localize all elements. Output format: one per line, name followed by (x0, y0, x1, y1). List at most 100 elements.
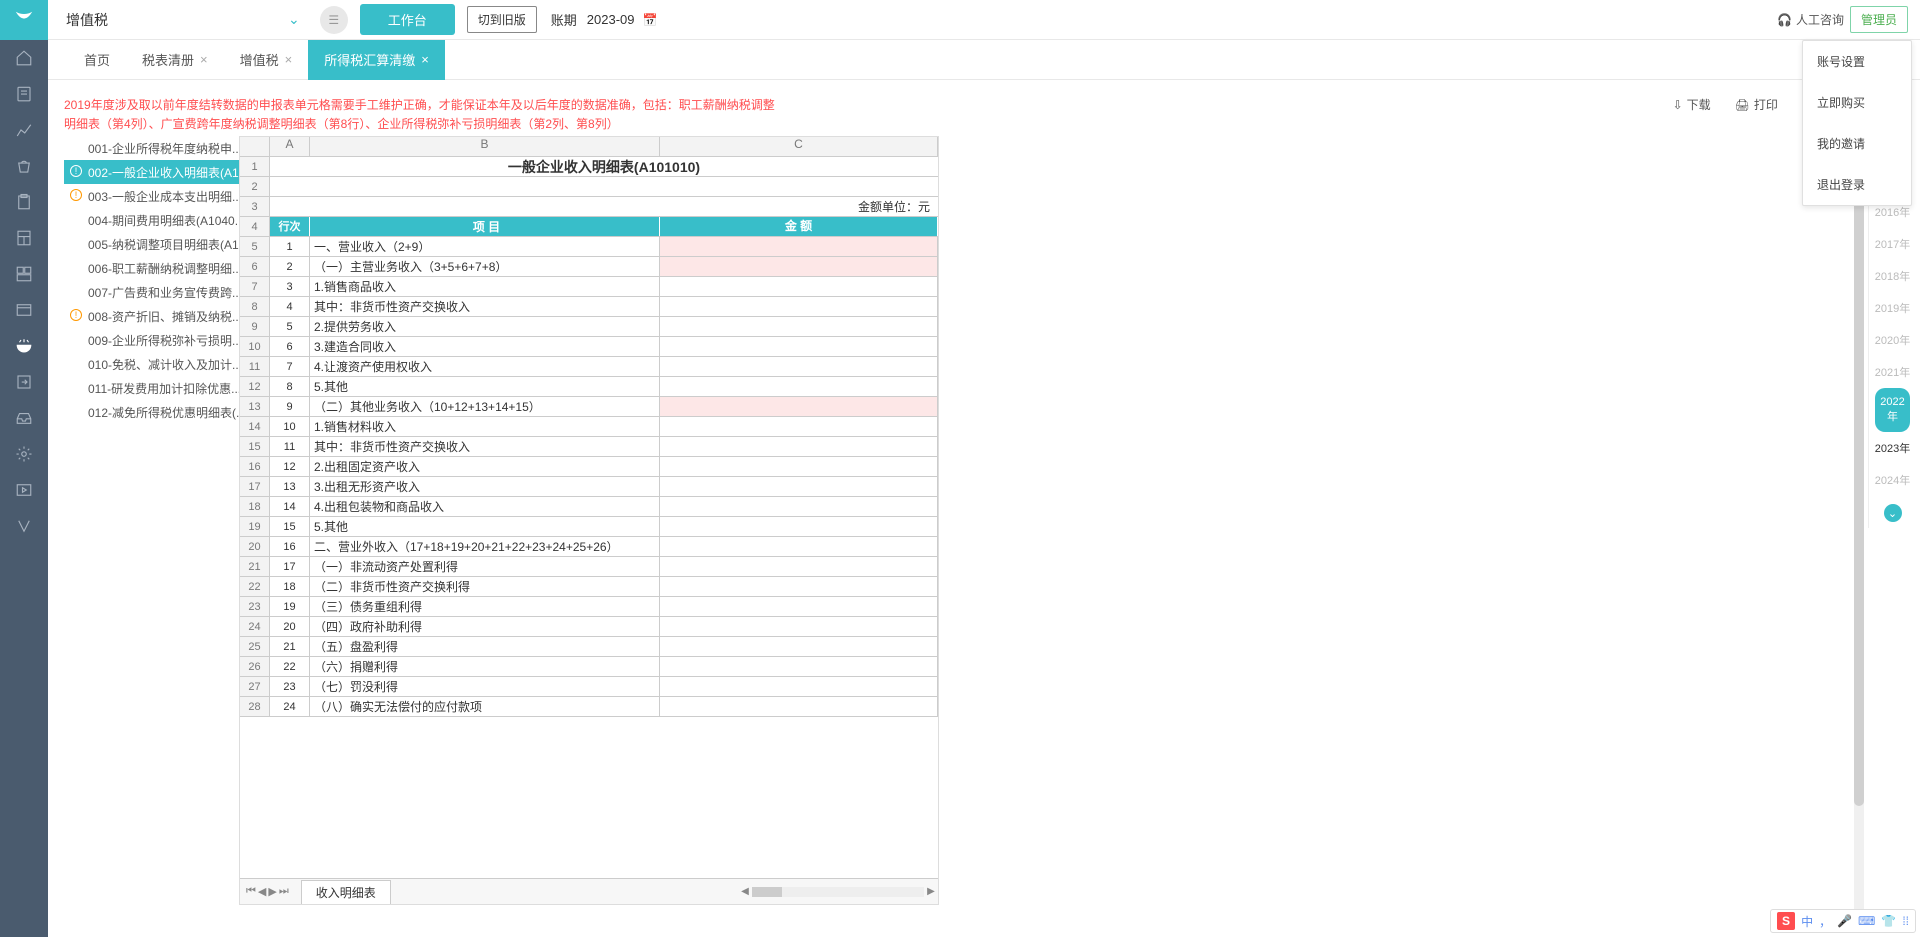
sheet-row[interactable]: 2420 （四）政府补助利得 (240, 617, 938, 637)
row-number[interactable]: 12 (240, 377, 270, 396)
cell[interactable]: 13 (270, 477, 310, 496)
sheet-row[interactable]: 2622 （六）捐赠利得 (240, 657, 938, 677)
cell[interactable]: （五）盘盈利得 (310, 637, 660, 656)
cell[interactable]: 1.销售商品收入 (310, 277, 660, 296)
cell[interactable] (660, 477, 938, 496)
row-number[interactable]: 22 (240, 577, 270, 596)
nav-home-icon[interactable] (0, 40, 48, 76)
nav-video-icon[interactable] (0, 472, 48, 508)
row-number[interactable]: 28 (240, 697, 270, 716)
report-list-item[interactable]: !003-一般企业成本支出明细... (64, 184, 239, 208)
cell[interactable] (660, 437, 938, 456)
cell[interactable] (660, 657, 938, 676)
row-number[interactable]: 26 (240, 657, 270, 676)
cell[interactable]: 一、营业收入（2+9） (310, 237, 660, 256)
nav-bowl-icon[interactable] (0, 328, 48, 364)
nav-clipboard-icon[interactable] (0, 184, 48, 220)
sheet-row[interactable]: 128 5.其他 (240, 377, 938, 397)
nav-chart-icon[interactable] (0, 112, 48, 148)
cell[interactable]: 3.建造合同收入 (310, 337, 660, 356)
cell[interactable]: 1.销售材料收入 (310, 417, 660, 436)
sheet-row[interactable]: 73 1.销售商品收入 (240, 277, 938, 297)
year-item[interactable]: 2021年 (1869, 356, 1916, 388)
row-number[interactable]: 20 (240, 537, 270, 556)
row-number[interactable]: 23 (240, 597, 270, 616)
select-all-cell[interactable] (240, 137, 270, 156)
print-button[interactable]: 🖨 打印 (1735, 96, 1778, 113)
hscroll-left-icon[interactable]: ◀ (738, 886, 752, 897)
sheet-nav-next-icon[interactable]: ▶ (268, 885, 276, 898)
cell[interactable]: 2.提供劳务收入 (310, 317, 660, 336)
sheet-row[interactable]: 3金额单位：元 (240, 197, 938, 217)
ime-logo-icon[interactable]: S (1777, 912, 1795, 930)
cell[interactable]: 12 (270, 457, 310, 476)
report-list-item[interactable]: 009-企业所得税弥补亏损明... (64, 328, 239, 352)
row-number[interactable]: 21 (240, 557, 270, 576)
company-selector-label[interactable]: 增值税 (66, 10, 108, 30)
ime-lang[interactable]: 中 (1801, 913, 1813, 930)
cell[interactable] (660, 697, 938, 716)
cell[interactable] (660, 337, 938, 356)
cell[interactable]: 其中：非货币性资产交换收入 (310, 437, 660, 456)
vertical-scrollbar[interactable] (1854, 84, 1864, 933)
cell[interactable]: 5.其他 (310, 517, 660, 536)
switch-old-button[interactable]: 切到旧版 (467, 6, 537, 33)
cell[interactable] (660, 497, 938, 516)
admin-user-button[interactable]: 管理员 (1850, 6, 1908, 33)
cell[interactable]: 6 (270, 337, 310, 356)
cell[interactable]: 4.出租包装物和商品收入 (310, 497, 660, 516)
cell[interactable]: 4 (270, 297, 310, 316)
cell[interactable]: 18 (270, 577, 310, 596)
sheet-row[interactable]: 1713 3.出租无形资产收入 (240, 477, 938, 497)
cell[interactable]: 8 (270, 377, 310, 396)
ime-mic-icon[interactable]: 🎤 (1837, 914, 1852, 928)
cell[interactable] (660, 357, 938, 376)
nav-v-icon[interactable] (0, 508, 48, 544)
cell[interactable] (660, 317, 938, 336)
cell[interactable] (660, 277, 938, 296)
row-number[interactable]: 9 (240, 317, 270, 336)
cell[interactable]: 17 (270, 557, 310, 576)
sheet-row[interactable]: 84 其中：非货币性资产交换收入 (240, 297, 938, 317)
report-list-item[interactable]: 010-免税、减计收入及加计... (64, 352, 239, 376)
sheet-nav-first-icon[interactable]: ⏮ (246, 885, 256, 898)
cell[interactable]: 3 (270, 277, 310, 296)
row-number[interactable]: 6 (240, 257, 270, 276)
sheet-row[interactable]: 106 3.建造合同收入 (240, 337, 938, 357)
sheet-row[interactable]: 2016二、营业外收入（17+18+19+20+21+22+23+24+25+2… (240, 537, 938, 557)
cell[interactable]: 1 (270, 237, 310, 256)
cell[interactable]: 4.让渡资产使用权收入 (310, 357, 660, 376)
year-item[interactable]: 2020年 (1869, 324, 1916, 356)
cell[interactable]: 10 (270, 417, 310, 436)
report-list-item[interactable]: 001-企业所得税年度纳税申... (64, 136, 239, 160)
cell[interactable] (660, 297, 938, 316)
cell[interactable] (660, 417, 938, 436)
report-list-item[interactable]: 012-减免所得税优惠明细表(... (64, 400, 239, 424)
cell[interactable]: 14 (270, 497, 310, 516)
menu-logout[interactable]: 退出登录 (1803, 164, 1911, 205)
sheet-row[interactable]: 2824 （八）确实无法偿付的应付款项 (240, 697, 938, 717)
row-number[interactable]: 10 (240, 337, 270, 356)
ime-menu-icon[interactable]: ⁞⁞ (1902, 914, 1909, 928)
year-item[interactable]: 2024年 (1869, 464, 1916, 496)
sheet-row[interactable]: 62 （一）主营业务收入（3+5+6+7+8） (240, 257, 938, 277)
nav-bag-icon[interactable] (0, 148, 48, 184)
report-list-item[interactable]: !002-一般企业收入明细表(A1... (64, 160, 239, 184)
cell[interactable]: （二）其他业务收入（10+12+13+14+15） (310, 397, 660, 416)
cell[interactable] (660, 537, 938, 556)
row-number[interactable]: 7 (240, 277, 270, 296)
cell[interactable] (660, 617, 938, 636)
cell[interactable]: 21 (270, 637, 310, 656)
cell[interactable]: （二）非货币性资产交换利得 (310, 577, 660, 596)
row-number[interactable]: 18 (240, 497, 270, 516)
cell[interactable] (660, 257, 938, 276)
cell[interactable]: 7 (270, 357, 310, 376)
horizontal-scrollbar[interactable]: ◀ ▶ (738, 887, 938, 897)
row-number[interactable]: 27 (240, 677, 270, 696)
calendar-icon[interactable]: 📅 (643, 13, 658, 27)
sheet-row[interactable]: 2218 （二）非货币性资产交换利得 (240, 577, 938, 597)
sheet-nav-prev-icon[interactable]: ◀ (258, 885, 266, 898)
menu-my-invites[interactable]: 我的邀请 (1803, 123, 1911, 164)
sheet-body[interactable]: 1一般企业收入明细表(A101010)23金额单位：元4行次项 目金 额51一、… (240, 157, 938, 876)
col-header-c[interactable]: C (660, 137, 938, 156)
